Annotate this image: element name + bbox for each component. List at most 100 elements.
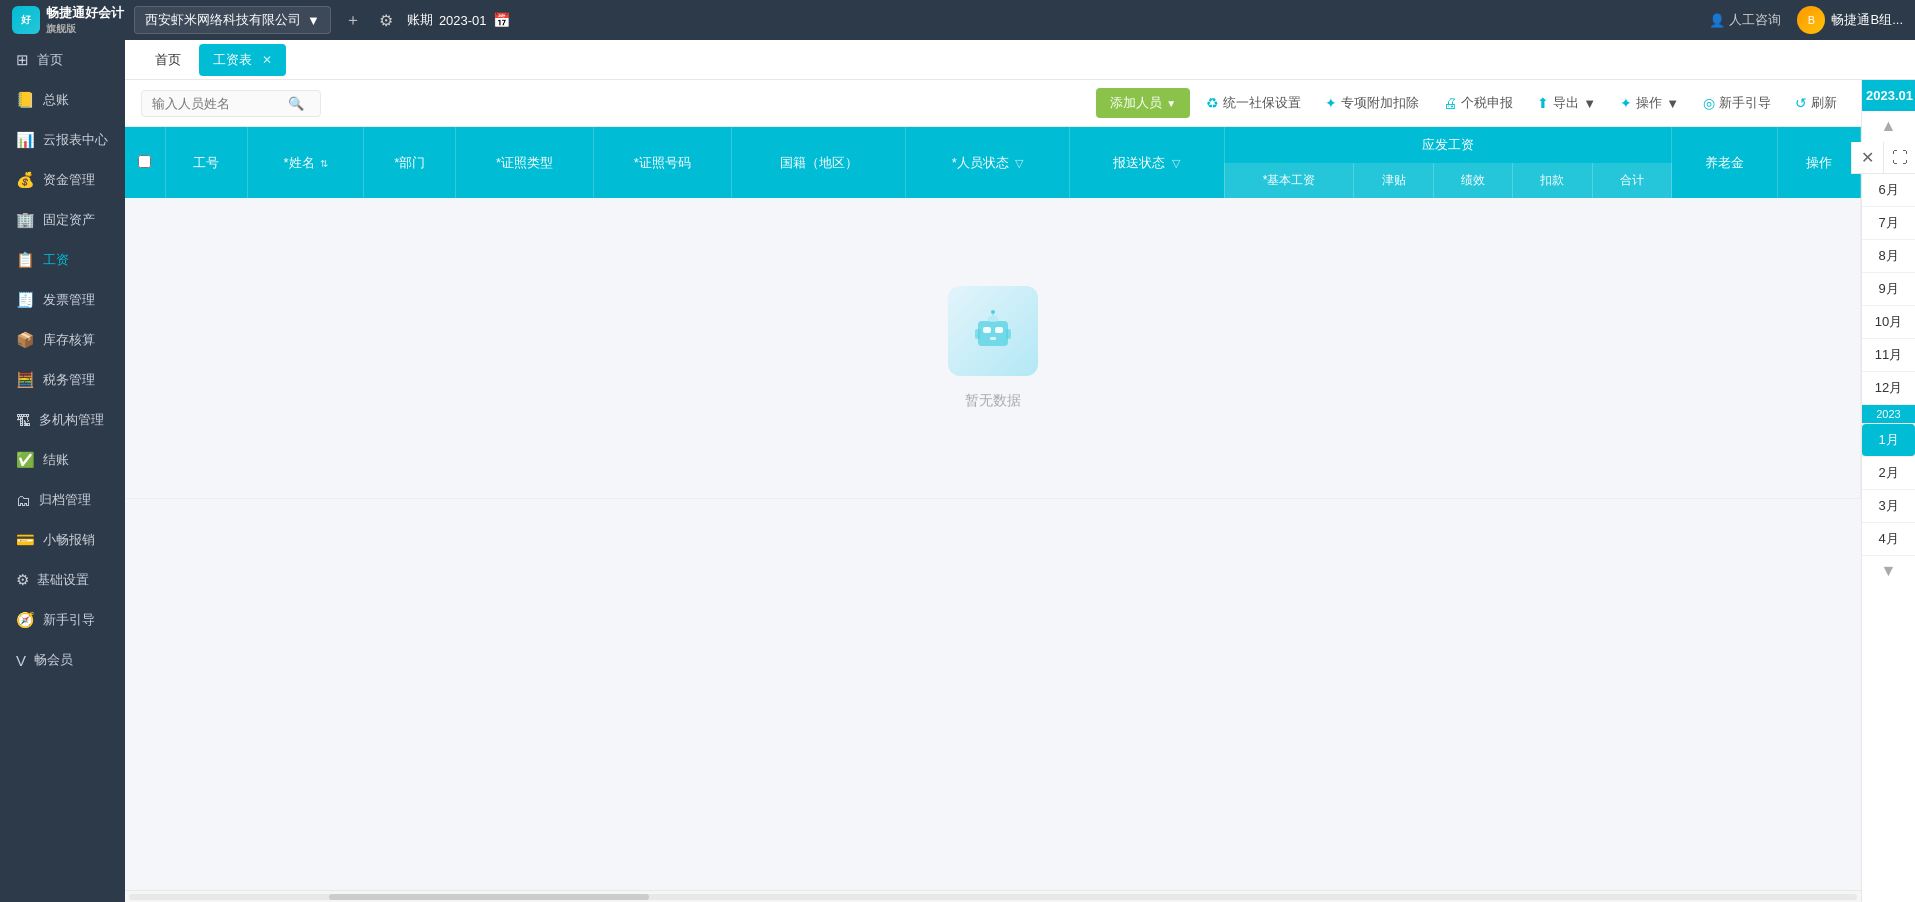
tab-salary-table[interactable]: 工资表 ✕ [199,44,286,76]
special-deduct-btn[interactable]: ✦ 专项附加扣除 [1317,89,1427,117]
sidebar-label-guide: 新手引导 [43,611,95,629]
month-item-8[interactable]: 8月 [1862,240,1915,273]
empty-icon [948,286,1038,376]
svg-rect-4 [975,329,980,339]
sidebar-item-tax[interactable]: 🧮 税务管理 [0,360,125,400]
main-layout: ⊞ 首页 📒 总账 📊 云报表中心 💰 资金管理 🏢 固定资产 📋 工资 [0,40,1915,902]
search-icon: 🔍 [288,96,304,111]
close-button[interactable]: ✕ [1851,142,1883,174]
svg-point-8 [991,310,995,314]
multi-icon: 🏗 [16,412,31,429]
th-dept: *部门 [364,127,456,198]
sidebar-item-home[interactable]: ⊞ 首页 [0,40,125,80]
add-company-btn[interactable]: ＋ [341,6,365,35]
company-selector[interactable]: 西安虾米网络科技有限公司 ▼ [134,6,331,34]
sidebar-label-ledger: 总账 [43,91,69,109]
empty-state-cell: 暂无数据 [125,198,1861,499]
sidebar-item-invoice[interactable]: 🧾 发票管理 [0,280,125,320]
select-all-checkbox[interactable] [138,155,151,168]
sidebar-item-member[interactable]: V 畅会员 [0,640,125,680]
archive-icon: 🗂 [16,492,31,509]
assets-icon: 🏢 [16,211,35,229]
add-person-button[interactable]: 添加人员 ▼ [1096,88,1190,118]
month-item-3[interactable]: 3月 [1862,490,1915,523]
month-item-1[interactable]: 1月 [1862,424,1915,457]
report-status-filter-icon[interactable]: ▽ [1172,157,1180,169]
refresh-icon: ↺ [1795,95,1807,111]
month-picker: 2023.01 ▲ 5月 6月 7月 8月 9月 10月 11月 12月 202… [1861,80,1915,902]
customer-service-btn[interactable]: 👤 人工咨询 [1709,11,1781,29]
empty-text: 暂无数据 [965,392,1021,410]
sidebar-label-salary: 工资 [43,251,69,269]
settings-icon[interactable]: ⚙ [375,7,397,34]
calendar-icon[interactable]: 📅 [493,12,510,28]
sidebar-item-archive[interactable]: 🗂 归档管理 [0,480,125,520]
sidebar-item-capital[interactable]: 💰 资金管理 [0,160,125,200]
sidebar-item-assets[interactable]: 🏢 固定资产 [0,200,125,240]
month-picker-period: 2023.01 [1862,80,1915,111]
month-item-10[interactable]: 10月 [1862,306,1915,339]
export-chevron-icon: ▼ [1583,96,1596,111]
bottom-scrollbar[interactable] [125,890,1861,902]
guide-toolbar-btn[interactable]: ◎ 新手引导 [1695,89,1779,117]
sidebar-item-inventory[interactable]: 📦 库存核算 [0,320,125,360]
search-input[interactable] [152,96,282,111]
month-item-7[interactable]: 7月 [1862,207,1915,240]
settings-sidebar-icon: ⚙ [16,571,29,589]
sidebar-item-settings[interactable]: ⚙ 基础设置 [0,560,125,600]
personal-tax-label: 个税申报 [1461,94,1513,112]
tab-close-icon[interactable]: ✕ [262,53,272,67]
th-name[interactable]: *姓名 ⇅ [248,127,364,198]
svg-rect-0 [978,321,1008,346]
th-report-status[interactable]: 报送状态 ▽ [1069,127,1224,198]
guide-toolbar-icon: ◎ [1703,95,1715,111]
logo-text: 畅捷通好会计 旗舰版 [46,4,124,36]
th-checkbox[interactable] [125,127,165,198]
sidebar-label-home: 首页 [37,51,63,69]
sidebar-item-guide[interactable]: 🧭 新手引导 [0,600,125,640]
user-menu-btn[interactable]: B 畅捷通B组... [1797,6,1903,34]
top-header: 好 畅捷通好会计 旗舰版 西安虾米网络科技有限公司 ▼ ＋ ⚙ 账期 2023-… [0,0,1915,40]
month-item-11[interactable]: 11月 [1862,339,1915,372]
personal-tax-btn[interactable]: 🖨 个税申报 [1435,89,1521,117]
month-picker-year-label: 2023 [1862,405,1915,424]
add-person-chevron-icon: ▼ [1166,98,1176,109]
export-btn[interactable]: ⬆ 导出 ▼ [1529,89,1604,117]
month-item-6[interactable]: 6月 [1862,174,1915,207]
window-controls: ✕ ⛶ [1851,142,1915,174]
month-item-9[interactable]: 9月 [1862,273,1915,306]
period-value: 2023-01 [439,13,487,28]
logo-sub-text: 旗舰版 [46,22,124,36]
export-icon: ⬆ [1537,95,1549,111]
sidebar-item-settle[interactable]: ✅ 结账 [0,440,125,480]
tab-home[interactable]: 首页 [141,44,195,76]
sidebar-item-multi[interactable]: 🏗 多机构管理 [0,400,125,440]
special-deduct-label: 专项附加扣除 [1341,94,1419,112]
social-security-label: 统一社保设置 [1223,94,1301,112]
empty-robot-svg [963,301,1023,361]
month-item-12[interactable]: 12月 [1862,372,1915,405]
scrollbar-thumb[interactable] [329,894,649,900]
th-actions: 操作 [1777,127,1860,198]
month-picker-up-btn[interactable]: ▲ [1862,111,1915,141]
service-icon: 👤 [1709,13,1725,28]
maximize-button[interactable]: ⛶ [1883,142,1915,174]
social-security-btn[interactable]: ♻ 统一社保设置 [1198,89,1309,117]
refresh-btn[interactable]: ↺ 刷新 [1787,89,1845,117]
ledger-icon: 📒 [16,91,35,109]
content-area: 首页 工资表 ✕ ✕ ⛶ [125,40,1915,902]
sidebar-item-ledger[interactable]: 📒 总账 [0,80,125,120]
th-status[interactable]: *人员状态 ▽ [906,127,1070,198]
th-idtype: *证照类型 [456,127,594,198]
sidebar-item-expense[interactable]: 💳 小畅报销 [0,520,125,560]
toolbar: 🔍 添加人员 ▼ ♻ 统一社保设置 ✦ 专项附加 [125,80,1861,127]
sidebar-item-salary[interactable]: 📋 工资 [0,240,125,280]
status-filter-icon[interactable]: ▽ [1015,157,1023,169]
guide-toolbar-label: 新手引导 [1719,94,1771,112]
svg-rect-2 [995,327,1003,333]
month-item-4[interactable]: 4月 [1862,523,1915,556]
sidebar-item-report[interactable]: 📊 云报表中心 [0,120,125,160]
month-item-2[interactable]: 2月 [1862,457,1915,490]
operations-btn[interactable]: ✦ 操作 ▼ [1612,89,1687,117]
month-picker-down-btn[interactable]: ▼ [1862,556,1915,586]
